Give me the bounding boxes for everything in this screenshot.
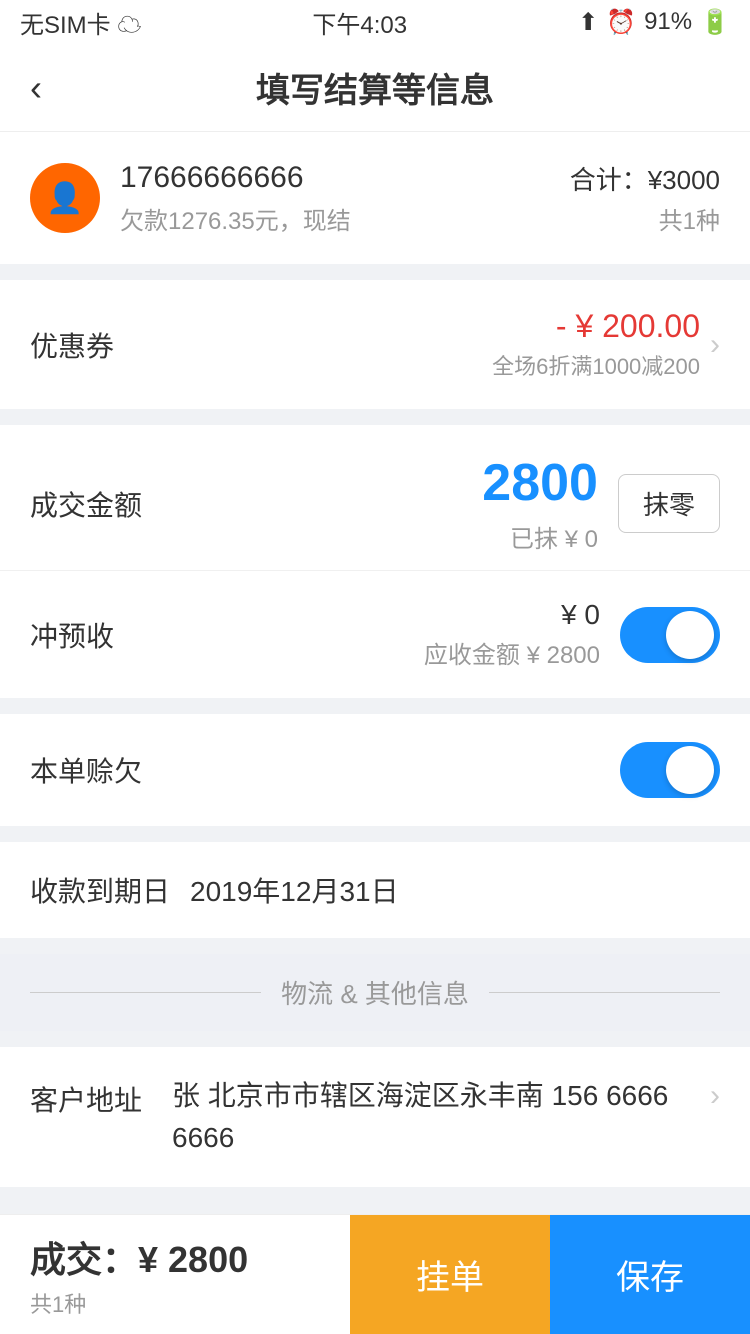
location-icon: ⬆: [578, 8, 598, 37]
customer-info: 17666666666 欠款1276.35元，现结: [120, 161, 351, 236]
prepay-label: 冲预收: [30, 615, 114, 655]
coupon-label: 优惠券: [30, 325, 114, 365]
prepay-amount: ¥ 0: [424, 599, 600, 631]
hold-button[interactable]: 挂单: [350, 1215, 550, 1334]
address-section[interactable]: 客户地址 张 北京市市辖区海淀区永丰南 156 6666 6666 ›: [0, 1047, 750, 1187]
customer-left: 👤 17666666666 欠款1276.35元，现结: [30, 161, 351, 236]
prepay-sub: 应收金额 ¥ 2800: [424, 635, 600, 670]
save-button[interactable]: 保存: [550, 1215, 750, 1334]
debt-section: 本单赊欠: [0, 714, 750, 826]
divider-section: 物流 & 其他信息: [0, 954, 750, 1031]
due-date-label: 收款到期日: [30, 870, 170, 910]
address-label: 客户地址: [30, 1075, 142, 1119]
customer-phone: 17666666666: [120, 161, 351, 195]
coupon-right: - ¥ 200.00 全场6折满1000减200 ›: [492, 308, 720, 381]
status-bar: 无SIM卡 ☁ 下午4:03 ⬆ ⏰ 91% 🔋: [0, 0, 750, 44]
bottom-deal-amount: ¥ 2800: [138, 1239, 248, 1280]
customer-card: 👤 17666666666 欠款1276.35元，现结 合计：¥3000 共1种: [0, 132, 750, 264]
total-count: 共1种: [570, 201, 720, 236]
total-amount-label: 合计：¥3000: [570, 160, 720, 197]
prepay-row: 冲预收 ¥ 0 应收金额 ¥ 2800: [0, 570, 750, 698]
status-left: 无SIM卡 ☁: [20, 5, 141, 40]
prepay-right: ¥ 0 应收金额 ¥ 2800: [424, 599, 720, 670]
deal-row: 成交金额 2800 已抹 ¥ 0 抹零: [30, 453, 720, 554]
battery-icon: 🔋: [700, 8, 730, 37]
nav-bar: ‹ 填写结算等信息: [0, 44, 750, 132]
coupon-section: 优惠券 - ¥ 200.00 全场6折满1000减200 ›: [0, 280, 750, 409]
battery-level: 91%: [644, 8, 692, 36]
coupon-desc: 全场6折满1000减200: [492, 349, 700, 381]
deal-section: 成交金额 2800 已抹 ¥ 0 抹零 冲预收 ¥ 0 应收金额 ¥ 2800: [0, 425, 750, 698]
bottom-deal-row: 成交：¥ 2800: [30, 1231, 320, 1283]
divider-line-left: [30, 992, 261, 993]
deal-amount: 2800: [482, 453, 598, 513]
prepay-toggle[interactable]: [620, 607, 720, 663]
coupon-value: - ¥ 200.00 全场6折满1000减200: [492, 308, 700, 381]
sim-status: 无SIM卡 ☁: [20, 5, 141, 40]
due-date-value: 2019年12月31日: [190, 870, 399, 910]
debt-toggle[interactable]: [620, 742, 720, 798]
status-time: 下午4:03: [312, 5, 407, 40]
prepay-value-block: ¥ 0 应收金额 ¥ 2800: [424, 599, 600, 670]
round-button[interactable]: 抹零: [618, 474, 720, 533]
divider-line-right: [489, 992, 720, 993]
coupon-row[interactable]: 优惠券 - ¥ 200.00 全场6折满1000减200 ›: [0, 280, 750, 409]
bottom-deal-label: 成交：: [30, 1239, 138, 1280]
customer-debt: 欠款1276.35元，现结: [120, 201, 351, 236]
page-title: 填写结算等信息: [256, 63, 494, 112]
divider-text: 物流 & 其他信息: [281, 974, 469, 1011]
address-chevron: ›: [710, 1075, 720, 1113]
customer-total: 合计：¥3000 共1种: [570, 160, 720, 236]
deal-row-container: 成交金额 2800 已抹 ¥ 0 抹零: [0, 425, 750, 554]
deal-right: 2800 已抹 ¥ 0 抹零: [482, 453, 720, 554]
bottom-count: 共1种: [30, 1287, 320, 1319]
coupon-discount: - ¥ 200.00: [492, 308, 700, 345]
debt-label: 本单赊欠: [30, 750, 142, 790]
avatar-icon: 👤: [46, 181, 83, 216]
bottom-bar: 成交：¥ 2800 共1种 挂单 保存: [0, 1214, 750, 1334]
alarm-icon: ⏰: [606, 8, 636, 37]
bottom-summary: 成交：¥ 2800 共1种: [0, 1231, 350, 1319]
deal-label: 成交金额: [30, 484, 142, 524]
address-value: 张 北京市市辖区海淀区永丰南 156 6666 6666: [172, 1075, 710, 1159]
main-content: 👤 17666666666 欠款1276.35元，现结 合计：¥3000 共1种…: [0, 132, 750, 1333]
back-button[interactable]: ‹: [30, 67, 42, 109]
avatar: 👤: [30, 163, 100, 233]
due-date-section: 收款到期日 2019年12月31日: [0, 842, 750, 938]
deal-sub: 已抹 ¥ 0: [482, 519, 598, 554]
coupon-chevron: ›: [710, 328, 720, 362]
status-right: ⬆ ⏰ 91% 🔋: [578, 8, 730, 37]
